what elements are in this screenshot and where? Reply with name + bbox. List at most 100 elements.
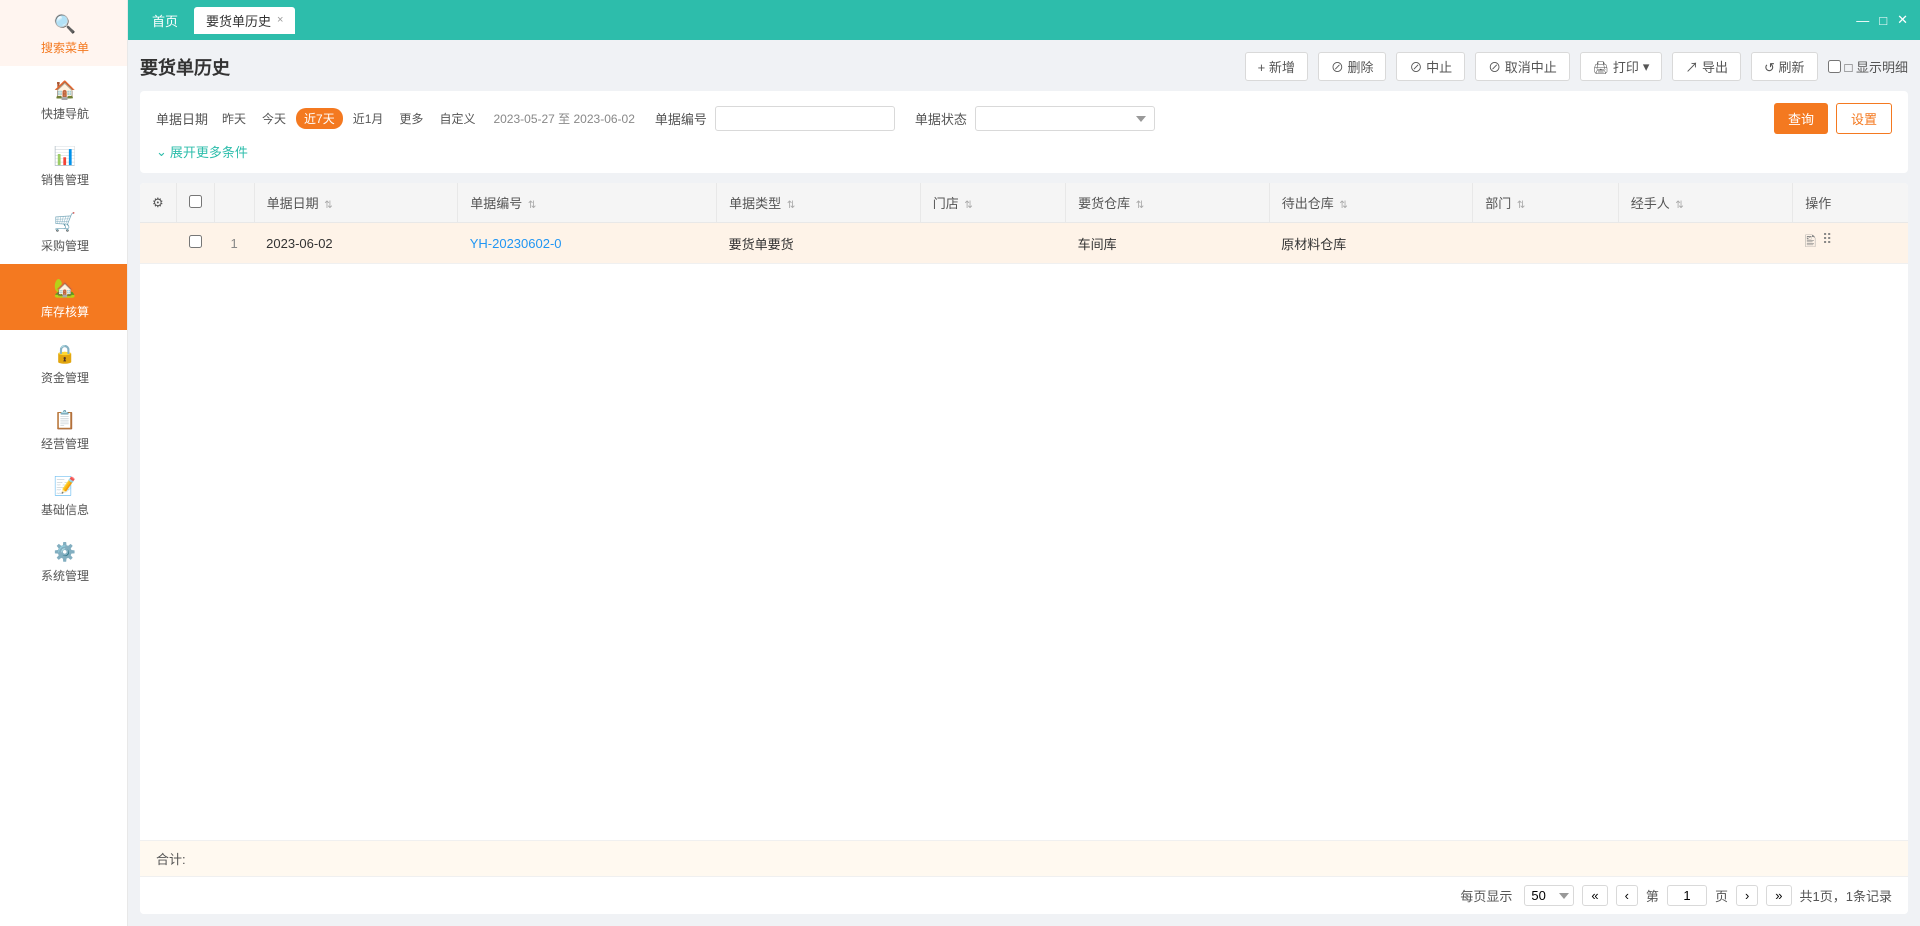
col-doc-no: 单据编号 ⇅ bbox=[458, 183, 717, 223]
sidebar-item-base-info[interactable]: 📝 基础信息 bbox=[0, 462, 127, 528]
shortcut-yesterday[interactable]: 昨天 bbox=[216, 108, 252, 129]
cancel-stop-button[interactable]: ⊘ 取消中止 bbox=[1475, 52, 1570, 81]
row-store-cell bbox=[920, 223, 1065, 264]
date-filter-label: 单据日期 bbox=[156, 109, 208, 128]
filter-date-group: 单据日期 昨天 今天 近7天 近1月 更多 自定义 2023-05-27 至 2… bbox=[156, 108, 635, 129]
doc-status-label: 单据状态 bbox=[915, 109, 967, 128]
refresh-button[interactable]: ↺ 刷新 bbox=[1751, 52, 1818, 81]
sort-req-warehouse-icon[interactable]: ⇅ bbox=[1136, 200, 1144, 211]
query-button[interactable]: 查询 bbox=[1774, 103, 1828, 134]
tab-home[interactable]: 首页 bbox=[140, 7, 190, 34]
sidebar-item-sales[interactable]: 📊 销售管理 bbox=[0, 132, 127, 198]
row-action-icons: 🖺 ⠿ bbox=[1805, 231, 1896, 255]
next-page-btn[interactable]: › bbox=[1736, 885, 1758, 906]
tab-close-icon[interactable]: × bbox=[277, 14, 283, 26]
topbar: 首页 要货单历史 × — □ ✕ bbox=[128, 0, 1920, 40]
row-view-icon[interactable]: 🖺 bbox=[1805, 231, 1816, 255]
settings-button[interactable]: 设置 bbox=[1836, 103, 1892, 134]
row-more-icon[interactable]: ⠿ bbox=[1822, 231, 1832, 255]
row-doc-type-cell: 要货单要货 bbox=[717, 223, 921, 264]
select-all-checkbox[interactable] bbox=[189, 195, 202, 208]
topbar-right: — □ ✕ bbox=[1856, 12, 1908, 28]
tab-requisition-history[interactable]: 要货单历史 × bbox=[194, 7, 295, 34]
stop-button[interactable]: ⊘ 中止 bbox=[1396, 52, 1465, 81]
col-settings[interactable]: ⚙ bbox=[140, 183, 176, 223]
display-detail-checkbox[interactable] bbox=[1828, 60, 1841, 73]
row-checkbox-cell bbox=[176, 223, 214, 264]
row-handler-cell bbox=[1618, 223, 1793, 264]
chevron-down-icon: ⌄ bbox=[156, 144, 167, 160]
sort-store-icon[interactable]: ⇅ bbox=[964, 200, 972, 211]
shortcut-7days[interactable]: 近7天 bbox=[296, 108, 343, 129]
lock-icon: 🔒 bbox=[54, 344, 76, 365]
col-dept: 部门 ⇅ bbox=[1473, 183, 1618, 223]
table-scroll: ⚙ 单据日期 ⇅ 单据编号 ⇅ bbox=[140, 183, 1908, 840]
shortcut-1month[interactable]: 近1月 bbox=[347, 108, 390, 129]
total-info: 共1页，1条记录 bbox=[1800, 886, 1892, 905]
expand-filter-area: ⌄ 展开更多条件 bbox=[156, 142, 1892, 161]
sidebar-item-system[interactable]: ⚙️ 系统管理 bbox=[0, 528, 127, 594]
table-header: ⚙ 单据日期 ⇅ 单据编号 ⇅ bbox=[140, 183, 1908, 223]
doc-status-select[interactable] bbox=[975, 106, 1155, 131]
row-num-cell: 1 bbox=[214, 223, 254, 264]
print-dropdown-icon: ▾ bbox=[1643, 59, 1650, 75]
page-label: 第 bbox=[1646, 886, 1659, 905]
chart-icon: 📊 bbox=[54, 146, 76, 167]
row-settings-cell bbox=[140, 223, 176, 264]
export-button[interactable]: ↗ 导出 bbox=[1672, 52, 1741, 81]
content-area: 要货单历史 + 新增 ⊘ 删除 ⊘ 中止 ⊘ 取消中止 🖨 打印 ▾ bbox=[128, 40, 1920, 926]
col-store: 门店 ⇅ bbox=[920, 183, 1065, 223]
window-maximize-icon[interactable]: □ bbox=[1879, 13, 1887, 28]
first-page-btn[interactable]: « bbox=[1582, 885, 1607, 906]
filter-docno-group: 单据编号 bbox=[655, 106, 895, 131]
shortcut-custom[interactable]: 自定义 bbox=[433, 108, 481, 129]
last-page-btn[interactable]: » bbox=[1766, 885, 1791, 906]
table-body: 1 2023-06-02 YH-20230602-0 要货单要货 bbox=[140, 223, 1908, 264]
sidebar-item-search[interactable]: 🔍 搜索菜单 bbox=[0, 0, 127, 66]
add-button[interactable]: + 新增 bbox=[1245, 52, 1308, 81]
sort-pending-warehouse-icon[interactable]: ⇅ bbox=[1339, 200, 1347, 211]
date-range-display: 2023-05-27 至 2023-06-02 bbox=[493, 110, 634, 127]
window-minimize-icon[interactable]: — bbox=[1856, 13, 1869, 28]
toolbar: + 新增 ⊘ 删除 ⊘ 中止 ⊘ 取消中止 🖨 打印 ▾ ↗ 导出 bbox=[1245, 52, 1908, 81]
row-req-warehouse-cell: 车间库 bbox=[1066, 223, 1270, 264]
sort-handler-icon[interactable]: ⇅ bbox=[1675, 200, 1683, 211]
shortcut-more[interactable]: 更多 bbox=[393, 108, 429, 129]
sidebar-item-finance[interactable]: 🔒 资金管理 bbox=[0, 330, 127, 396]
sort-doc-no-icon[interactable]: ⇅ bbox=[528, 200, 536, 211]
table-footer: 合计: bbox=[140, 840, 1908, 876]
row-checkbox[interactable] bbox=[189, 235, 202, 248]
page-input[interactable] bbox=[1667, 885, 1707, 906]
sidebar-item-operation[interactable]: 📋 经营管理 bbox=[0, 396, 127, 462]
col-req-warehouse: 要货仓库 ⇅ bbox=[1066, 183, 1270, 223]
row-doc-no-link[interactable]: YH-20230602-0 bbox=[470, 236, 562, 251]
prev-page-btn[interactable]: ‹ bbox=[1616, 885, 1638, 906]
sidebar-item-purchase[interactable]: 🛒 采购管理 bbox=[0, 198, 127, 264]
search-icon: 🔍 bbox=[54, 14, 76, 35]
sidebar-item-quick-nav[interactable]: 🏠 快捷导航 bbox=[0, 66, 127, 132]
clipboard-icon: 📋 bbox=[54, 410, 76, 431]
doc-no-label: 单据编号 bbox=[655, 109, 707, 128]
expand-filter-btn[interactable]: ⌄ 展开更多条件 bbox=[156, 142, 1892, 161]
print-button[interactable]: 🖨 打印 ▾ bbox=[1580, 52, 1663, 81]
sort-doc-type-icon[interactable]: ⇅ bbox=[787, 200, 795, 211]
row-action-cell: 🖺 ⠿ bbox=[1793, 223, 1908, 264]
pagination-bar: 每页显示 20 50 100 200 « ‹ 第 页 › » 共1页，1条记录 bbox=[140, 876, 1908, 914]
sidebar-item-inventory[interactable]: 🏡 库存核算 bbox=[0, 264, 127, 330]
cart-icon: 🛒 bbox=[54, 212, 76, 233]
requisition-table: ⚙ 单据日期 ⇅ 单据编号 ⇅ bbox=[140, 183, 1908, 264]
col-doc-type: 单据类型 ⇅ bbox=[717, 183, 921, 223]
sort-dept-icon[interactable]: ⇅ bbox=[1517, 200, 1525, 211]
page-suffix: 页 bbox=[1715, 886, 1728, 905]
filter-status-group: 单据状态 bbox=[915, 106, 1155, 131]
col-action: 操作 bbox=[1793, 183, 1908, 223]
sort-doc-date-icon[interactable]: ⇅ bbox=[324, 200, 332, 211]
page-header: 要货单历史 + 新增 ⊘ 删除 ⊘ 中止 ⊘ 取消中止 🖨 打印 ▾ bbox=[140, 52, 1908, 81]
delete-button[interactable]: ⊘ 删除 bbox=[1318, 52, 1387, 81]
shortcut-today[interactable]: 今天 bbox=[256, 108, 292, 129]
per-page-select[interactable]: 20 50 100 200 bbox=[1524, 885, 1574, 906]
window-close-icon[interactable]: ✕ bbox=[1897, 12, 1908, 28]
display-detail-toggle[interactable]: □ 显示明细 bbox=[1828, 57, 1908, 76]
doc-no-input[interactable] bbox=[715, 106, 895, 131]
row-dept-cell bbox=[1473, 223, 1618, 264]
